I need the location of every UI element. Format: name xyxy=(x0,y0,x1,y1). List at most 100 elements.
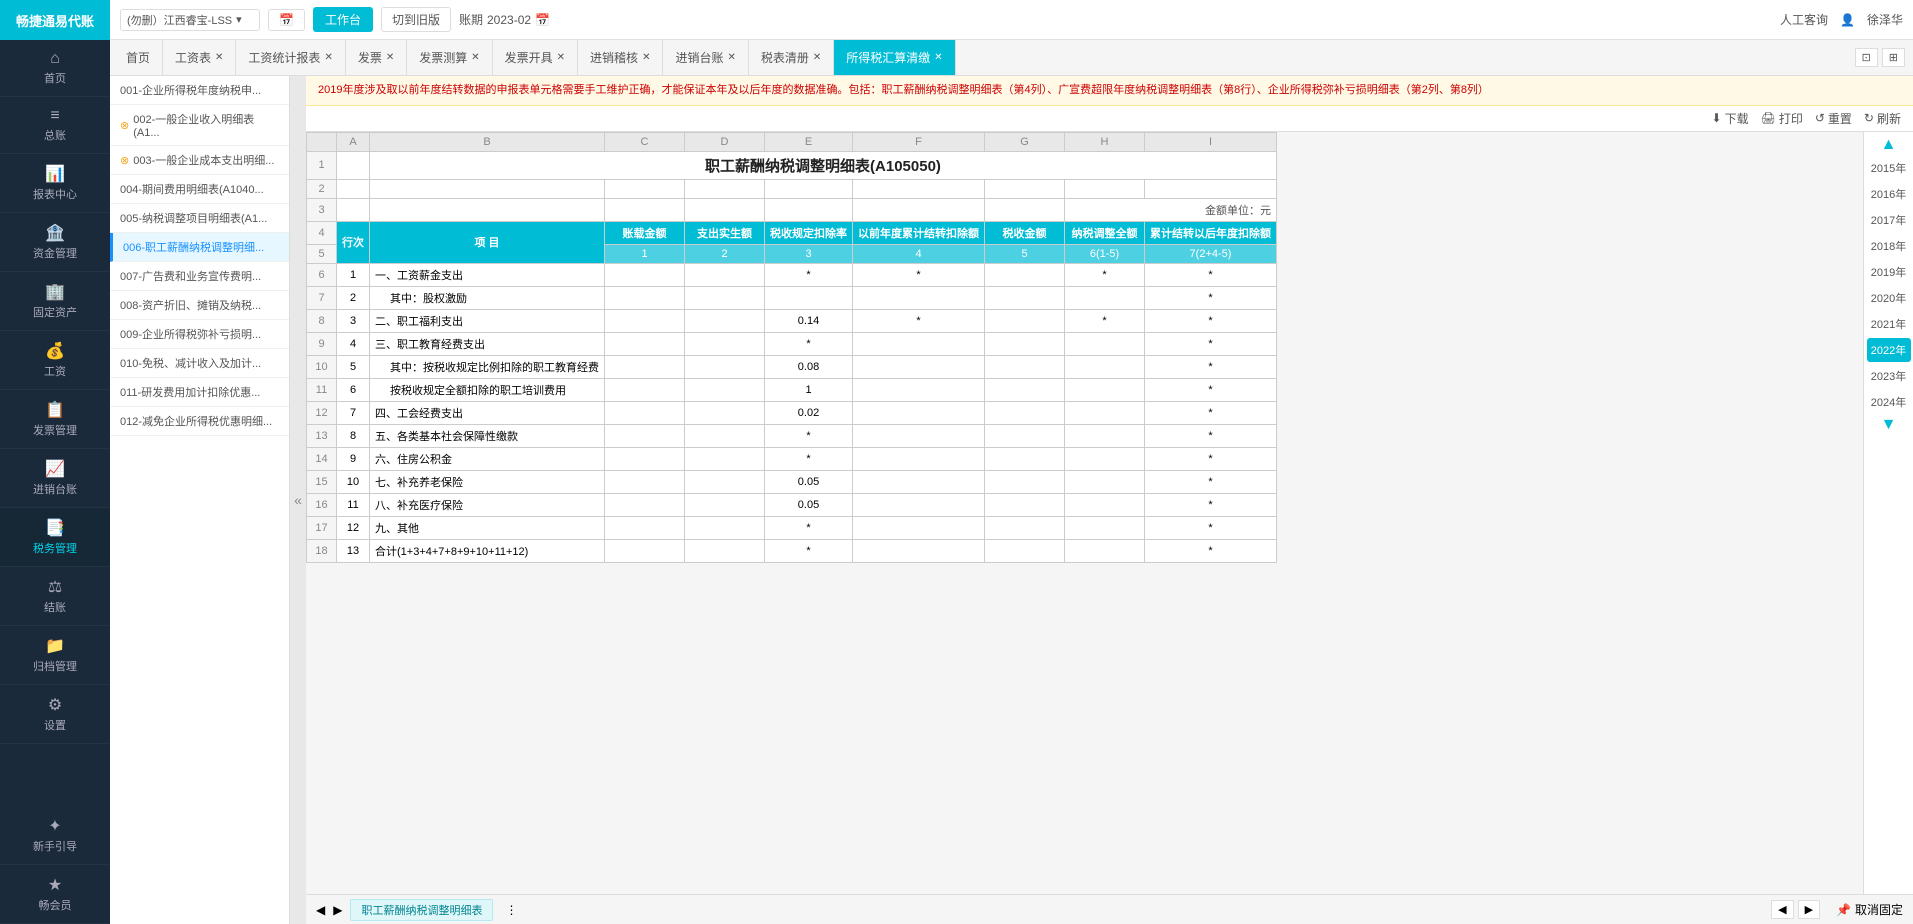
cell-7-f[interactable] xyxy=(853,286,985,309)
cell-7-c[interactable] xyxy=(605,286,685,309)
cell-9-c[interactable] xyxy=(605,332,685,355)
cell-11-e[interactable]: 1 xyxy=(765,378,853,401)
cell-13-g[interactable] xyxy=(985,424,1065,447)
cell-6-h[interactable]: * xyxy=(1065,263,1145,286)
left-item-005[interactable]: 005-纳税调整项目明细表(A1... xyxy=(110,204,289,233)
sheet-options-btn[interactable]: ⋮ xyxy=(505,903,517,917)
label-13[interactable]: 五、各类基本社会保障性缴款 xyxy=(370,424,605,447)
cell-13-i[interactable]: * xyxy=(1145,424,1277,447)
cell-10-d[interactable] xyxy=(685,355,765,378)
tab-home[interactable]: 首页 xyxy=(114,40,163,76)
cell-14-i[interactable]: * xyxy=(1145,447,1277,470)
cell-6-c[interactable] xyxy=(605,263,685,286)
reset-btn[interactable]: ↺ 重置 xyxy=(1815,110,1852,127)
year-btn-2023[interactable]: 2023年 xyxy=(1867,364,1911,388)
cell-18-d[interactable] xyxy=(685,539,765,562)
cell-8-f[interactable]: * xyxy=(853,309,985,332)
cell-12-d[interactable] xyxy=(685,401,765,424)
label-12[interactable]: 四、工会经费支出 xyxy=(370,401,605,424)
year-btn-2021[interactable]: 2021年 xyxy=(1867,312,1911,336)
cell-6-e[interactable]: * xyxy=(765,263,853,286)
year-btn-2015[interactable]: 2015年 xyxy=(1867,156,1911,180)
cell-18-c[interactable] xyxy=(605,539,685,562)
cell-14-d[interactable] xyxy=(685,447,765,470)
label-9[interactable]: 三、职工教育经费支出 xyxy=(370,332,605,355)
prev-sheet-btn[interactable]: ◀ xyxy=(316,903,325,917)
cell-8-e[interactable]: 0.14 xyxy=(765,309,853,332)
cell-16-f[interactable] xyxy=(853,493,985,516)
tab-close-invoice[interactable]: ✕ xyxy=(386,52,394,63)
cell-7-g[interactable] xyxy=(985,286,1065,309)
left-item-008[interactable]: 008-资产折旧、摊销及纳税... xyxy=(110,291,289,320)
cell-11-d[interactable] xyxy=(685,378,765,401)
cell-11-f[interactable] xyxy=(853,378,985,401)
left-item-012[interactable]: 012-减免企业所得税优惠明细... xyxy=(110,407,289,436)
cell-11-h[interactable] xyxy=(1065,378,1145,401)
download-btn[interactable]: ⬇ 下载 xyxy=(1712,110,1749,127)
tab-invoice-open[interactable]: 发票开具✕ xyxy=(493,40,578,76)
tab-close-payroll-stats[interactable]: ✕ xyxy=(324,52,332,63)
cell-11-i[interactable]: * xyxy=(1145,378,1277,401)
tab-income-tax[interactable]: 所得税汇算清缴✕ xyxy=(834,40,955,76)
label-11[interactable]: 按税收规定全额扣除的职工培训费用 xyxy=(370,378,605,401)
print-btn[interactable]: 🖨 打印 xyxy=(1761,110,1803,127)
cell-13-c[interactable] xyxy=(605,424,685,447)
tab-maximize-btn[interactable]: ⊞ xyxy=(1882,48,1905,67)
cell-6-g[interactable] xyxy=(985,263,1065,286)
workbench-btn[interactable]: 工作台 xyxy=(313,7,373,32)
cell-15-c[interactable] xyxy=(605,470,685,493)
cell-18-g[interactable] xyxy=(985,539,1065,562)
cell-9-f[interactable] xyxy=(853,332,985,355)
cell-18-i[interactable]: * xyxy=(1145,539,1277,562)
left-item-003[interactable]: ⊗ 003-一般企业成本支出明细... xyxy=(110,146,289,175)
tab-close-invoice-open[interactable]: ✕ xyxy=(557,52,565,63)
left-item-009[interactable]: 009-企业所得税弥补亏损明... xyxy=(110,320,289,349)
sidebar-item-archive[interactable]: 📁 归档管理 xyxy=(0,626,110,685)
cell-13-f[interactable] xyxy=(853,424,985,447)
calendar-btn[interactable]: 📅 xyxy=(268,9,305,31)
year-btn-2017[interactable]: 2017年 xyxy=(1867,208,1911,232)
sidebar-item-sales-ledger[interactable]: 📈 进销台账 xyxy=(0,449,110,508)
sidebar-item-settlement[interactable]: ⚖ 结账 xyxy=(0,567,110,626)
cell-6-d[interactable] xyxy=(685,263,765,286)
label-10[interactable]: 其中：按税收规定比例扣除的职工教育经费 xyxy=(370,355,605,378)
cell-17-c[interactable] xyxy=(605,516,685,539)
cell-9-d[interactable] xyxy=(685,332,765,355)
cell-15-d[interactable] xyxy=(685,470,765,493)
year-btn-2016[interactable]: 2016年 xyxy=(1867,182,1911,206)
tab-payroll-stats[interactable]: 工资统计报表✕ xyxy=(236,40,345,76)
switch-btn[interactable]: 切到旧版 xyxy=(381,7,451,32)
tab-close-income-tax[interactable]: ✕ xyxy=(934,52,942,63)
cell-13-e[interactable]: * xyxy=(765,424,853,447)
company-selector[interactable]: (勿删）江西睿宝-LSS ▾ xyxy=(120,9,260,31)
cancel-fixed-btn[interactable]: 📌 取消固定 xyxy=(1836,901,1903,918)
next-sheet-btn[interactable]: ▶ xyxy=(333,903,342,917)
sidebar-item-payroll[interactable]: 💰 工资 xyxy=(0,331,110,390)
cell-7-i[interactable]: * xyxy=(1145,286,1277,309)
cell-15-e[interactable]: 0.05 xyxy=(765,470,853,493)
year-btn-2018[interactable]: 2018年 xyxy=(1867,234,1911,258)
company-dropdown-icon[interactable]: ▾ xyxy=(236,13,242,26)
sidebar-item-general-ledger[interactable]: ≡ 总账 xyxy=(0,97,110,154)
tab-purchase-ledger[interactable]: 进销台账✕ xyxy=(663,40,748,76)
cell-12-g[interactable] xyxy=(985,401,1065,424)
cell-6-i[interactable]: * xyxy=(1145,263,1277,286)
left-item-011[interactable]: 011-研发费用加计扣除优惠... xyxy=(110,378,289,407)
cell-15-g[interactable] xyxy=(985,470,1065,493)
cell-17-f[interactable] xyxy=(853,516,985,539)
cell-17-d[interactable] xyxy=(685,516,765,539)
scroll-left-btn[interactable]: ◀ xyxy=(1771,900,1793,919)
sheet-tab[interactable]: 职工薪酬纳税调整明细表 xyxy=(350,899,493,921)
left-item-002[interactable]: ⊗ 002-一般企业收入明细表(A1... xyxy=(110,105,289,146)
tab-close-payroll[interactable]: ✕ xyxy=(215,52,223,63)
cell-8-d[interactable] xyxy=(685,309,765,332)
tab-close-purchase-check[interactable]: ✕ xyxy=(642,52,650,63)
sidebar-item-tax-mgmt[interactable]: 📑 税务管理 xyxy=(0,508,110,567)
tab-tax-clearance[interactable]: 税表清册✕ xyxy=(749,40,834,76)
label-14[interactable]: 六、住房公积金 xyxy=(370,447,605,470)
cell-15-f[interactable] xyxy=(853,470,985,493)
year-btn-2020[interactable]: 2020年 xyxy=(1867,286,1911,310)
sidebar-item-invoice-mgmt[interactable]: 📋 发票管理 xyxy=(0,390,110,449)
cell-18-e[interactable]: * xyxy=(765,539,853,562)
sidebar-item-fixed-asset[interactable]: 🏢 固定资产 xyxy=(0,272,110,331)
